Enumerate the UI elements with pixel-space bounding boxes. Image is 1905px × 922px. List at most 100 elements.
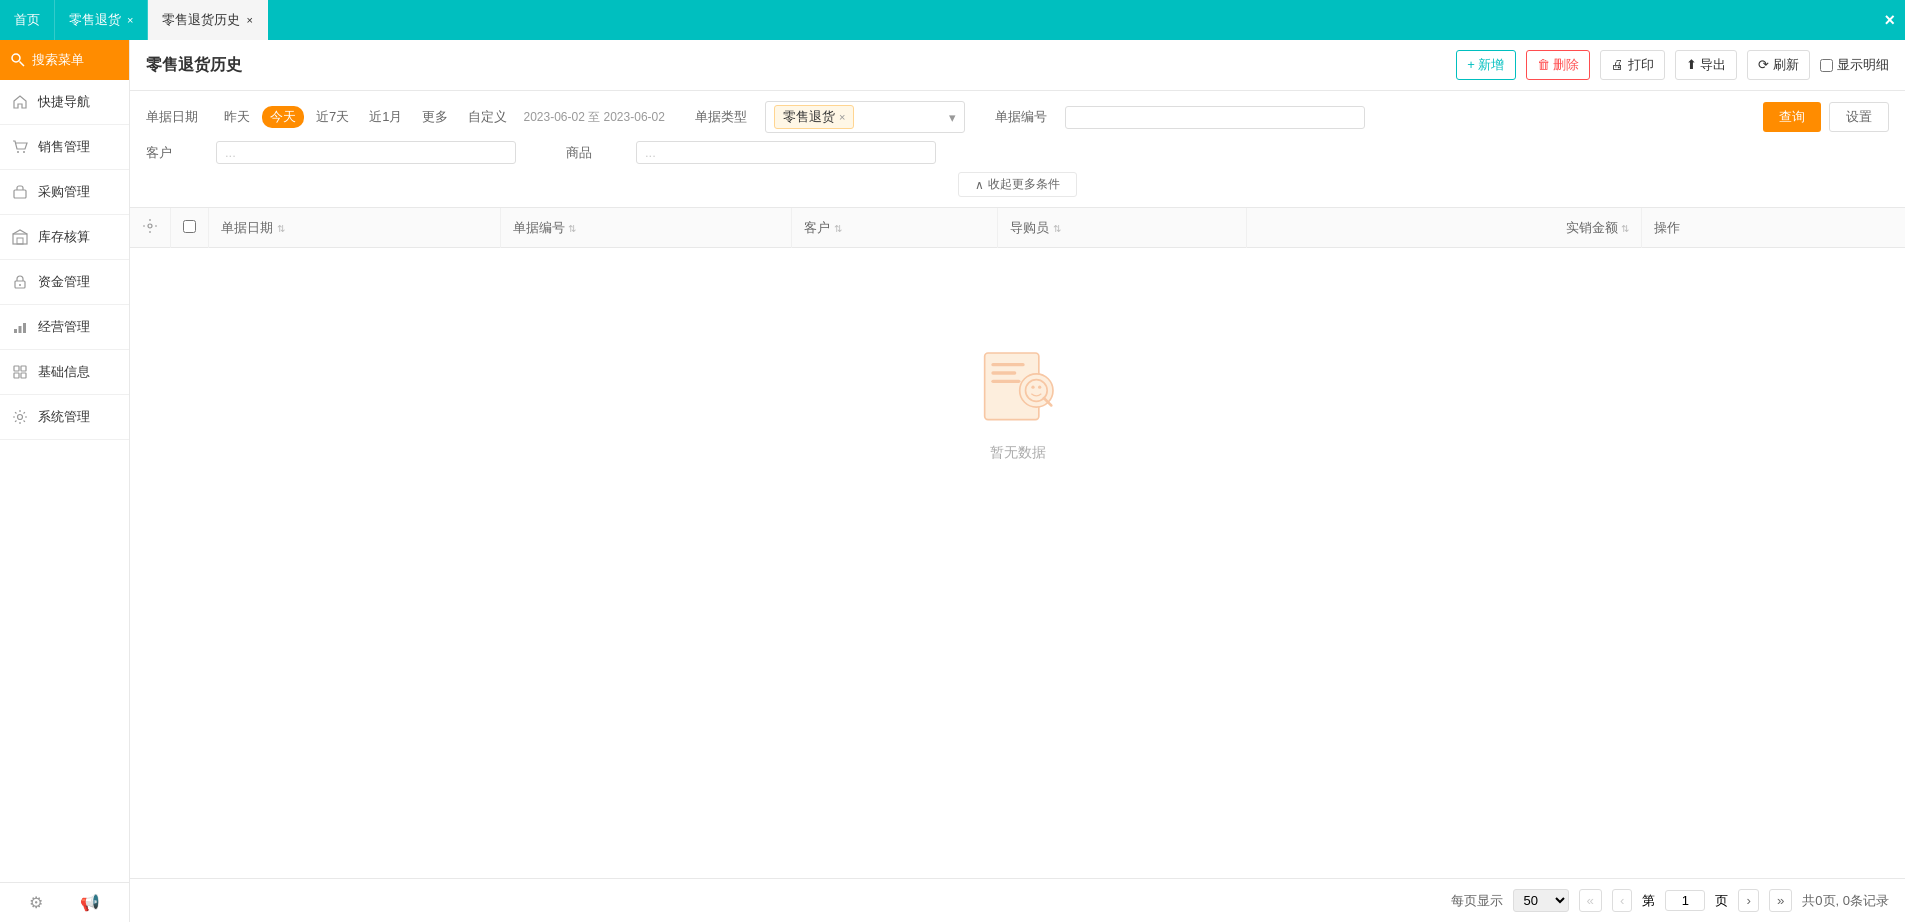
- filter-row-2: 客户 ... 商品 ...: [146, 141, 1889, 164]
- home-icon: [10, 92, 30, 112]
- sidebar-item-purchase-label: 采购管理: [38, 183, 90, 201]
- voucher-filter-input[interactable]: [1065, 106, 1365, 129]
- tab-home[interactable]: 首页: [0, 0, 55, 40]
- sidebar-item-quick-nav-label: 快捷导航: [38, 93, 90, 111]
- th-settings: [130, 208, 171, 248]
- last-page-button[interactable]: »: [1769, 889, 1792, 912]
- sidebar-item-inventory[interactable]: 库存核算: [0, 215, 129, 260]
- th-guide[interactable]: 导购员: [998, 208, 1247, 248]
- query-button[interactable]: 查询: [1763, 102, 1821, 132]
- pagination-bar: 每页显示 50 10 20 100 « ‹ 第 页 › » 共0页, 0条记录: [130, 878, 1905, 922]
- svg-point-8: [19, 284, 21, 286]
- empty-icon: [968, 328, 1068, 428]
- delete-button[interactable]: 🗑 删除: [1526, 50, 1591, 80]
- date-btn-yesterday[interactable]: 昨天: [216, 106, 258, 128]
- filter-area: 单据日期 昨天 今天 近7天 近1月 更多 自定义 2023-06-02 至 2…: [130, 91, 1905, 208]
- type-filter-remove[interactable]: ×: [839, 111, 845, 123]
- date-btn-7days[interactable]: 近7天: [308, 106, 357, 128]
- page-size-select[interactable]: 50 10 20 100: [1513, 889, 1569, 912]
- sidebar-item-purchase[interactable]: 采购管理: [0, 170, 129, 215]
- show-detail-checkbox[interactable]: [1820, 59, 1833, 72]
- sidebar-item-system[interactable]: 系统管理: [0, 395, 129, 440]
- header-actions: + 新增 🗑 删除 🖨 打印 ⬆ 导出 ⟳ 刷新 显示明细: [1456, 50, 1889, 80]
- page-number-input[interactable]: [1665, 890, 1705, 911]
- first-page-button[interactable]: «: [1579, 889, 1602, 912]
- lock-icon: [10, 272, 30, 292]
- th-checkbox[interactable]: [171, 208, 209, 248]
- svg-rect-12: [14, 366, 19, 371]
- gear-bottom-icon[interactable]: ⚙: [29, 893, 43, 912]
- sidebar-item-sales[interactable]: 销售管理: [0, 125, 129, 170]
- svg-point-26: [1038, 386, 1041, 389]
- data-table: 单据日期 单据编号 客户 导购员 实销金额: [130, 208, 1905, 248]
- prev-page-button[interactable]: ‹: [1612, 889, 1632, 912]
- page-suffix: 页: [1715, 892, 1728, 910]
- date-btn-1month[interactable]: 近1月: [361, 106, 410, 128]
- page-title: 零售退货历史: [146, 55, 242, 76]
- sidebar-item-sales-label: 销售管理: [38, 138, 90, 156]
- speaker-icon[interactable]: 📢: [80, 893, 100, 912]
- sidebar-item-system-label: 系统管理: [38, 408, 90, 426]
- svg-rect-15: [21, 373, 26, 378]
- refresh-button[interactable]: ⟳ 刷新: [1747, 50, 1810, 80]
- page-header: 零售退货历史 + 新增 🗑 删除 🖨 打印 ⬆ 导出 ⟳ 刷新 显示明细: [130, 40, 1905, 91]
- sidebar-search-label: 搜索菜单: [32, 51, 84, 69]
- date-range-display: 2023-06-02 至 2023-06-02: [523, 109, 664, 126]
- customer-filter-select[interactable]: ...: [216, 141, 516, 164]
- sidebar-item-finance[interactable]: 资金管理: [0, 260, 129, 305]
- tab-retail-return-history-label: 零售退货历史: [162, 11, 240, 29]
- settings-button[interactable]: 设置: [1829, 102, 1889, 132]
- collapse-label: 收起更多条件: [988, 176, 1060, 193]
- show-detail-checkbox-label: 显示明细: [1820, 56, 1889, 74]
- sidebar-item-inventory-label: 库存核算: [38, 228, 90, 246]
- search-icon: [10, 52, 26, 68]
- filter-row-1: 单据日期 昨天 今天 近7天 近1月 更多 自定义 2023-06-02 至 2…: [146, 101, 1889, 133]
- svg-point-0: [12, 54, 20, 62]
- tab-retail-return-history[interactable]: 零售退货历史 ×: [148, 0, 267, 40]
- th-action: 操作: [1642, 208, 1905, 248]
- svg-point-25: [1031, 386, 1034, 389]
- export-button[interactable]: ⬆ 导出: [1675, 50, 1738, 80]
- svg-rect-20: [991, 371, 1016, 374]
- th-customer[interactable]: 客户: [792, 208, 998, 248]
- tab-retail-return-close[interactable]: ×: [127, 14, 133, 26]
- collapse-button[interactable]: ∧ 收起更多条件: [958, 172, 1077, 197]
- date-btn-today[interactable]: 今天: [262, 106, 304, 128]
- svg-point-3: [23, 151, 25, 153]
- svg-rect-14: [14, 373, 19, 378]
- empty-state: 暂无数据: [130, 248, 1905, 542]
- sidebar-bottom: ⚙ 📢: [0, 882, 129, 922]
- window-close-button[interactable]: ×: [1884, 10, 1895, 31]
- svg-rect-19: [991, 363, 1024, 366]
- sidebar-item-operations-label: 经营管理: [38, 318, 90, 336]
- th-amount[interactable]: 实销金额: [1247, 208, 1642, 248]
- date-btn-more[interactable]: 更多: [414, 106, 456, 128]
- cart-icon: [10, 137, 30, 157]
- th-date[interactable]: 单据日期: [209, 208, 501, 248]
- sidebar-item-quick-nav[interactable]: 快捷导航: [0, 80, 129, 125]
- sidebar-item-basic-info-label: 基础信息: [38, 363, 90, 381]
- new-button[interactable]: + 新增: [1456, 50, 1515, 80]
- sidebar-search[interactable]: 搜索菜单: [0, 40, 129, 80]
- settings-icon: [10, 407, 30, 427]
- svg-rect-13: [21, 366, 26, 371]
- sidebar-item-operations[interactable]: 经营管理: [0, 305, 129, 350]
- svg-rect-6: [17, 238, 23, 244]
- date-btn-custom[interactable]: 自定义: [460, 106, 515, 128]
- select-all-checkbox[interactable]: [183, 220, 196, 233]
- chart-icon: [10, 317, 30, 337]
- sidebar-item-basic-info[interactable]: 基础信息: [0, 350, 129, 395]
- grid-icon: [10, 362, 30, 382]
- empty-text: 暂无数据: [990, 444, 1046, 462]
- type-filter-select[interactable]: 零售退货 × ▾: [765, 101, 965, 133]
- next-page-button[interactable]: ›: [1738, 889, 1758, 912]
- goods-filter-select[interactable]: ...: [636, 141, 936, 164]
- th-voucher-no[interactable]: 单据编号: [500, 208, 792, 248]
- tab-retail-return-label: 零售退货: [69, 11, 121, 29]
- table-header-row: 单据日期 单据编号 客户 导购员 实销金额: [130, 208, 1905, 248]
- tab-retail-return-history-close[interactable]: ×: [246, 14, 252, 26]
- print-button[interactable]: 🖨 打印: [1600, 50, 1665, 80]
- collapse-row: ∧ 收起更多条件: [146, 172, 1889, 197]
- tab-retail-return[interactable]: 零售退货 ×: [55, 0, 148, 40]
- svg-rect-5: [13, 234, 27, 244]
